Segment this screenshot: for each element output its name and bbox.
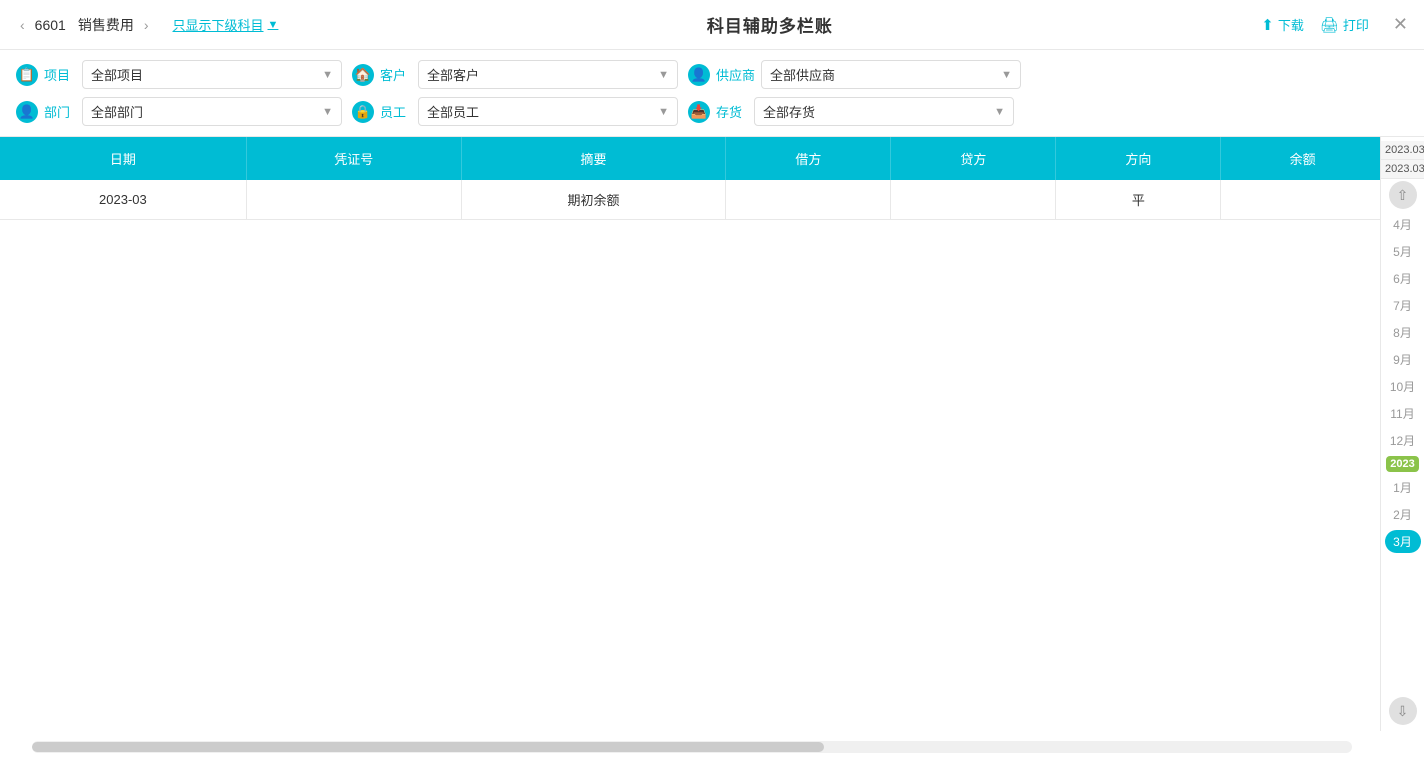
filter-inventory: 📥 存货 全部存货 ▼	[688, 97, 1014, 126]
timeline-month-5[interactable]: 5月	[1381, 238, 1424, 265]
supplier-icon: 👤	[688, 64, 710, 86]
download-label: 下载	[1278, 15, 1304, 34]
download-btn[interactable]: ⬆ 下载	[1261, 15, 1304, 34]
department-select[interactable]: 全部部门 ▼	[82, 97, 342, 126]
inventory-value: 全部存货	[763, 102, 815, 121]
cell-summary: 期初余额	[461, 180, 726, 220]
print-icon: 🖨	[1320, 16, 1339, 34]
filter-supplier: 👤 供应商 全部供应商 ▼	[688, 60, 1021, 89]
timeline-month-7[interactable]: 7月	[1381, 292, 1424, 319]
filter-bar: 📋 项目 全部项目 ▼ 🏠 客户 全部客户 ▼ 👤 供应商 全部供应商 ▼	[0, 50, 1424, 137]
table-header-row: 日期 凭证号 摘要 借方 贷方 方向 余额	[0, 137, 1384, 180]
close-btn[interactable]: ✕	[1393, 14, 1408, 35]
timeline-month-8[interactable]: 8月	[1381, 319, 1424, 346]
main-content: 日期 凭证号 摘要 借方 贷方 方向 余额 2023-03 期初余额 平	[0, 137, 1424, 731]
chevron-up-icon: ⇧	[1397, 187, 1409, 204]
timeline-sidebar: 2023.03 2023.03 ⇧ 4月 5月 6月 7月 8月 9月 10月 …	[1380, 137, 1424, 731]
chevron-down-icon: ⇩	[1397, 703, 1409, 720]
cell-balance	[1221, 180, 1384, 220]
h-scrollbar-thumb	[32, 742, 824, 752]
cell-voucher	[246, 180, 461, 220]
col-direction: 方向	[1056, 137, 1221, 180]
download-icon: ⬆	[1261, 16, 1274, 34]
col-balance: 余额	[1221, 137, 1384, 180]
department-label: 部门	[44, 102, 76, 121]
filter-department: 👤 部门 全部部门 ▼	[16, 97, 342, 126]
inventory-icon: 📥	[688, 101, 710, 123]
project-label: 项目	[44, 65, 76, 84]
col-summary: 摘要	[461, 137, 726, 180]
supplier-value: 全部供应商	[770, 65, 835, 84]
project-value: 全部项目	[91, 65, 143, 84]
prev-account-btn[interactable]: ‹	[16, 15, 29, 35]
cell-direction: 平	[1056, 180, 1221, 220]
timeline-month-11[interactable]: 11月	[1381, 400, 1424, 427]
col-voucher: 凭证号	[246, 137, 461, 180]
timeline-month-1[interactable]: 1月	[1381, 474, 1424, 501]
project-icon: 📋	[16, 64, 38, 86]
inventory-arrow-icon: ▼	[994, 106, 1005, 118]
department-icon: 👤	[16, 101, 38, 123]
department-arrow-icon: ▼	[322, 106, 333, 118]
customer-select[interactable]: 全部客户 ▼	[418, 60, 678, 89]
supplier-select[interactable]: 全部供应商 ▼	[761, 60, 1021, 89]
inventory-select[interactable]: 全部存货 ▼	[754, 97, 1014, 126]
timeline-month-2[interactable]: 2月	[1381, 501, 1424, 528]
timeline-up-btn[interactable]: ⇧	[1389, 181, 1417, 209]
customer-arrow-icon: ▼	[658, 69, 669, 81]
employee-value: 全部员工	[427, 102, 479, 121]
timeline-down-btn[interactable]: ⇩	[1389, 697, 1417, 725]
timeline-period-1[interactable]: 2023.03	[1381, 141, 1424, 160]
project-select[interactable]: 全部项目 ▼	[82, 60, 342, 89]
inventory-label: 存货	[716, 102, 748, 121]
employee-select[interactable]: 全部员工 ▼	[418, 97, 678, 126]
page-title: 科目辅助多栏账	[278, 12, 1261, 37]
timeline-month-12[interactable]: 12月	[1381, 427, 1424, 454]
timeline-month-10[interactable]: 10月	[1381, 373, 1424, 400]
ledger-table: 日期 凭证号 摘要 借方 贷方 方向 余额 2023-03 期初余额 平	[0, 137, 1384, 220]
supplier-arrow-icon: ▼	[1001, 69, 1012, 81]
timeline-month-9[interactable]: 9月	[1381, 346, 1424, 373]
col-debit: 借方	[726, 137, 891, 180]
customer-icon: 🏠	[352, 64, 374, 86]
employee-label: 员工	[380, 102, 412, 121]
customer-value: 全部客户	[427, 65, 479, 84]
print-label: 打印	[1343, 15, 1369, 34]
filter-row-2: 👤 部门 全部部门 ▼ 🔒 员工 全部员工 ▼ 📥 存货 全部存货 ▼	[16, 97, 1408, 126]
filter-project: 📋 项目 全部项目 ▼	[16, 60, 342, 89]
show-sub-label: 只显示下级科目	[173, 15, 264, 34]
cell-date: 2023-03	[0, 180, 246, 220]
timeline-month-6[interactable]: 6月	[1381, 265, 1424, 292]
supplier-label: 供应商	[716, 65, 755, 84]
account-code: 6601	[35, 17, 66, 33]
customer-label: 客户	[380, 65, 412, 84]
table-row: 2023-03 期初余额 平	[0, 180, 1384, 220]
cell-credit	[891, 180, 1056, 220]
chevron-down-icon: ▼	[268, 19, 279, 31]
timeline-month-3-active[interactable]: 3月	[1385, 530, 1421, 553]
timeline-items: 4月 5月 6月 7月 8月 9月 10月 11月 12月 2023 1月 2月…	[1381, 211, 1424, 695]
show-sub-btn[interactable]: 只显示下级科目 ▼	[173, 15, 279, 34]
project-arrow-icon: ▼	[322, 69, 333, 81]
col-date: 日期	[0, 137, 246, 180]
department-value: 全部部门	[91, 102, 143, 121]
col-credit: 贷方	[891, 137, 1056, 180]
print-btn[interactable]: 🖨 打印	[1320, 15, 1369, 34]
next-account-btn[interactable]: ›	[140, 15, 153, 35]
h-scrollbar[interactable]	[32, 741, 1352, 753]
timeline-month-4[interactable]: 4月	[1381, 211, 1424, 238]
top-bar: ‹ 6601 销售费用 › 只显示下级科目 ▼ 科目辅助多栏账 ⬆ 下载 🖨 打…	[0, 0, 1424, 50]
filter-row-1: 📋 项目 全部项目 ▼ 🏠 客户 全部客户 ▼ 👤 供应商 全部供应商 ▼	[16, 60, 1408, 89]
table-container[interactable]: 日期 凭证号 摘要 借方 贷方 方向 余额 2023-03 期初余额 平	[0, 137, 1384, 731]
cell-debit	[726, 180, 891, 220]
employee-icon: 🔒	[352, 101, 374, 123]
filter-customer: 🏠 客户 全部客户 ▼	[352, 60, 678, 89]
employee-arrow-icon: ▼	[658, 106, 669, 118]
filter-employee: 🔒 员工 全部员工 ▼	[352, 97, 678, 126]
timeline-period-2[interactable]: 2023.03	[1381, 160, 1424, 179]
account-name: 销售费用	[78, 15, 134, 35]
top-actions: ⬆ 下载 🖨 打印 ✕	[1261, 14, 1408, 35]
timeline-year-badge: 2023	[1386, 456, 1418, 472]
